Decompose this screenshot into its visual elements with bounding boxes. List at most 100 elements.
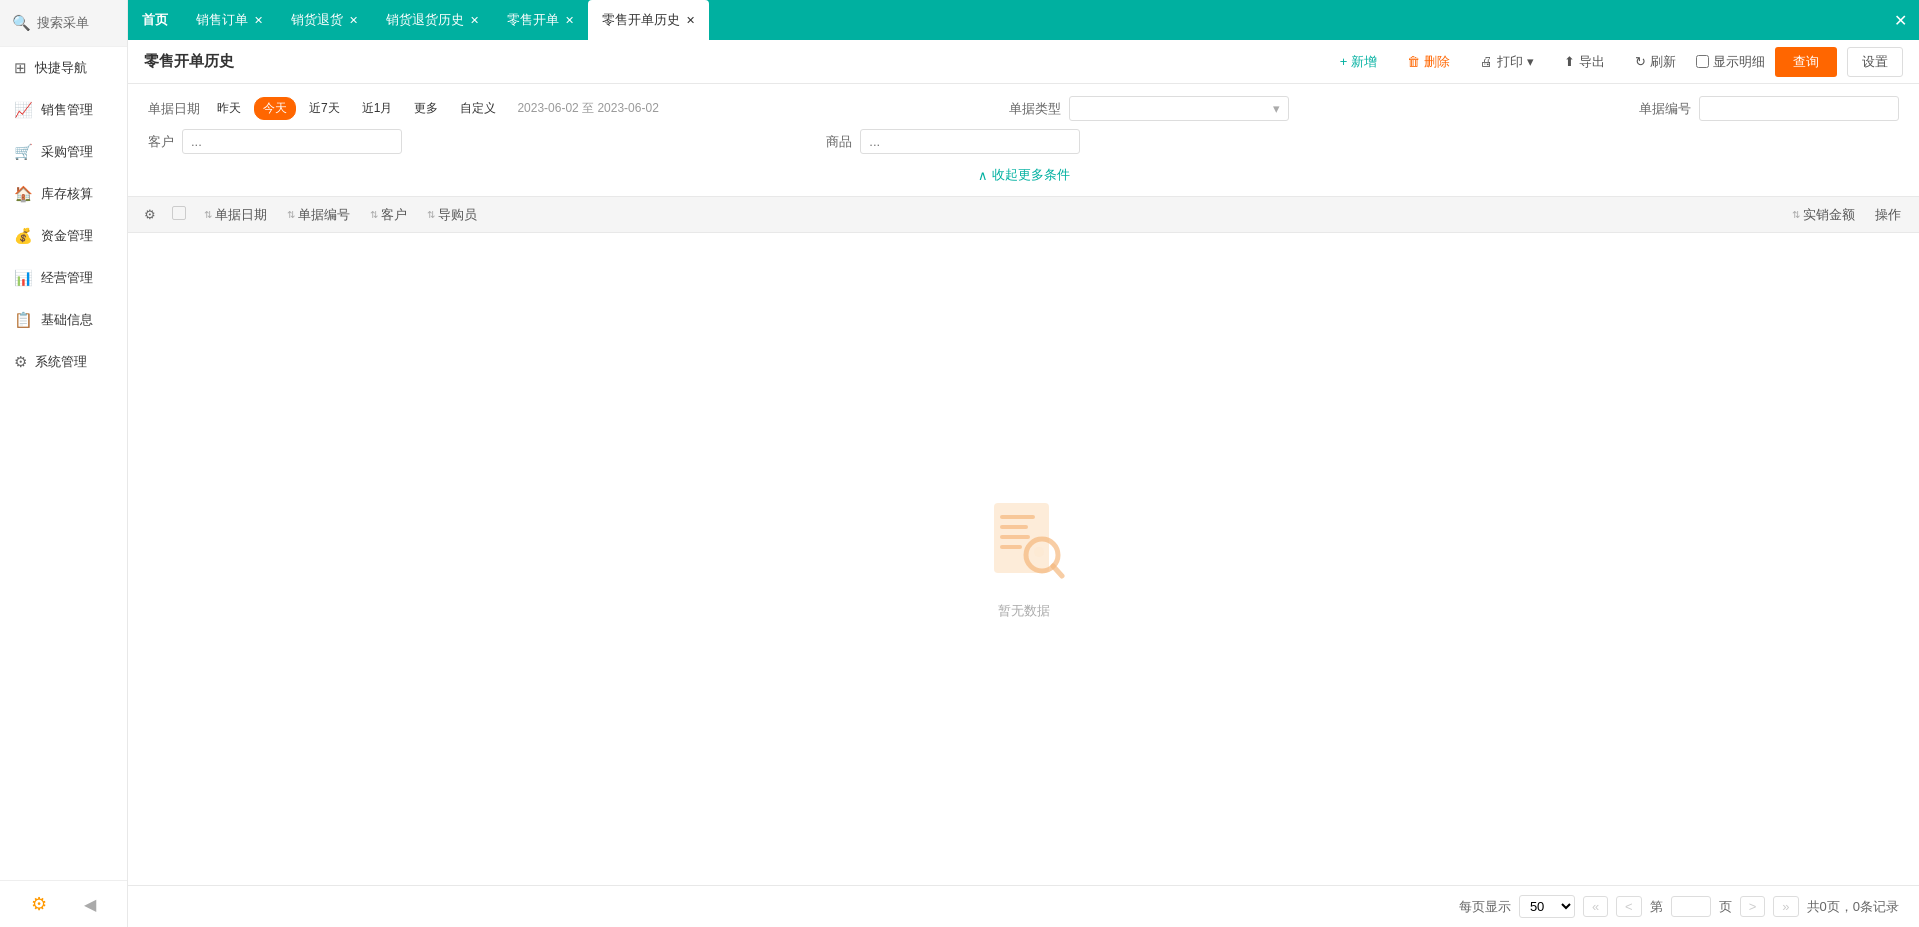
- svg-line-6: [1053, 566, 1062, 576]
- add-button[interactable]: + 新增: [1330, 48, 1387, 76]
- tab-sales-return-close[interactable]: ✕: [349, 14, 358, 27]
- sort-icon-customer: ⇅: [370, 209, 378, 220]
- tab-sales-return-history[interactable]: 销货退货历史 ✕: [372, 0, 493, 40]
- export-button[interactable]: ⬆ 导出: [1554, 48, 1615, 76]
- sidebar-search[interactable]: 🔍 搜索采单: [0, 0, 127, 47]
- sidebar-item-basic-info[interactable]: 📋 基础信息: [0, 299, 127, 341]
- tab-sales-return[interactable]: 销货退货 ✕: [277, 0, 372, 40]
- sidebar-item-sales-mgmt[interactable]: 📈 销售管理: [0, 89, 127, 131]
- tab-retail-open-close[interactable]: ✕: [565, 14, 574, 27]
- sort-icon-number: ⇅: [287, 209, 295, 220]
- tab-retail-history[interactable]: 零售开单历史 ✕: [588, 0, 709, 40]
- col-number[interactable]: ⇅ 单据编号: [277, 206, 360, 224]
- sidebar-item-inventory[interactable]: 🏠 库存核算: [0, 173, 127, 215]
- sidebar-item-label: 系统管理: [35, 353, 87, 371]
- window-close-icon[interactable]: ✕: [1894, 11, 1907, 30]
- prev-page-button[interactable]: <: [1616, 896, 1642, 917]
- main-area: 首页 销售订单 ✕ 销货退货 ✕ 销货退货历史 ✕ 零售开单 ✕ 零售开单历史 …: [128, 0, 1919, 927]
- first-page-button[interactable]: «: [1583, 896, 1608, 917]
- sidebar-item-label: 经营管理: [41, 269, 93, 287]
- col-amount[interactable]: ⇅ 实销金额: [1782, 206, 1865, 224]
- sidebar-item-system[interactable]: ⚙ 系统管理: [0, 341, 127, 383]
- empty-state-illustration: [974, 498, 1074, 588]
- sidebar-item-operations[interactable]: 📊 经营管理: [0, 257, 127, 299]
- number-filter-input-wrap[interactable]: [1699, 96, 1899, 121]
- collapse-sidebar-icon[interactable]: ◀: [84, 895, 96, 914]
- number-filter-input[interactable]: [1708, 101, 1890, 116]
- select-all-checkbox[interactable]: [164, 206, 194, 223]
- search-icon: 🔍: [12, 14, 31, 32]
- page-number-input[interactable]: 1: [1671, 896, 1711, 917]
- customer-filter-input[interactable]: [191, 134, 393, 149]
- inventory-icon: 🏠: [14, 185, 33, 203]
- tab-sales-return-history-label: 销货退货历史: [386, 11, 464, 29]
- filter-area: 单据日期 昨天 今天 近7天 近1月 更多 自定义 2023-06-02 至 2…: [128, 84, 1919, 197]
- settings-bottom-icon[interactable]: ⚙: [31, 893, 47, 915]
- type-filter-select[interactable]: ▾: [1069, 96, 1289, 121]
- tab-sales-order-close[interactable]: ✕: [254, 14, 263, 27]
- col-salesperson[interactable]: ⇅ 导购员: [417, 206, 487, 224]
- tab-sales-return-label: 销货退货: [291, 11, 343, 29]
- tab-home[interactable]: 首页: [128, 0, 182, 40]
- query-button[interactable]: 查询: [1775, 47, 1837, 77]
- settings-button[interactable]: 设置: [1847, 47, 1903, 77]
- sidebar-item-label: 基础信息: [41, 311, 93, 329]
- basic-info-icon: 📋: [14, 311, 33, 329]
- date-filter-label: 单据日期: [148, 100, 200, 118]
- finance-icon: 💰: [14, 227, 33, 245]
- last-page-button[interactable]: »: [1773, 896, 1798, 917]
- date-btn-1month[interactable]: 近1月: [353, 97, 402, 120]
- toolbar: 零售开单历史 + 新增 🗑 删除 🖨 打印 ▾ ⬆ 导出 ↻ 刷新 显示明细 查…: [128, 40, 1919, 84]
- system-icon: ⚙: [14, 353, 27, 371]
- sort-icon-amount: ⇅: [1792, 209, 1800, 220]
- customer-filter-input-wrap[interactable]: [182, 129, 402, 154]
- export-icon: ⬆: [1564, 54, 1575, 69]
- purchase-mgmt-icon: 🛒: [14, 143, 33, 161]
- tab-sales-order[interactable]: 销售订单 ✕: [182, 0, 277, 40]
- goods-filter-input[interactable]: [869, 134, 1071, 149]
- date-btn-7days[interactable]: 近7天: [300, 97, 349, 120]
- date-btn-custom[interactable]: 自定义: [451, 97, 505, 120]
- table-settings-icon[interactable]: ⚙: [136, 207, 164, 222]
- date-btn-more[interactable]: 更多: [405, 97, 447, 120]
- tab-sales-return-history-close[interactable]: ✕: [470, 14, 479, 27]
- number-filter-label: 单据编号: [1639, 100, 1691, 118]
- display-detail-checkbox[interactable]: [1696, 55, 1709, 68]
- sales-mgmt-icon: 📈: [14, 101, 33, 119]
- page-size-select[interactable]: 20 50 100: [1519, 895, 1575, 918]
- date-btn-today[interactable]: 今天: [254, 97, 296, 120]
- sidebar-item-purchase-mgmt[interactable]: 🛒 采购管理: [0, 131, 127, 173]
- sidebar-item-finance[interactable]: 💰 资金管理: [0, 215, 127, 257]
- total-info: 共0页，0条记录: [1807, 898, 1899, 916]
- refresh-button[interactable]: ↻ 刷新: [1625, 48, 1686, 76]
- page-title: 零售开单历史: [144, 52, 234, 71]
- tab-retail-history-close[interactable]: ✕: [686, 14, 695, 27]
- sort-icon-salesperson: ⇅: [427, 209, 435, 220]
- collapse-up-icon: ∧: [978, 168, 988, 183]
- sidebar: 🔍 搜索采单 ⊞ 快捷导航 📈 销售管理 🛒 采购管理 🏠 库存核算 💰 资金管…: [0, 0, 128, 927]
- next-page-button[interactable]: >: [1740, 896, 1766, 917]
- delete-button[interactable]: 🗑 删除: [1397, 48, 1460, 76]
- tab-retail-open-label: 零售开单: [507, 11, 559, 29]
- goods-filter-input-wrap[interactable]: [860, 129, 1080, 154]
- display-detail-toggle[interactable]: 显示明细: [1696, 53, 1765, 71]
- top-nav: 首页 销售订单 ✕ 销货退货 ✕ 销货退货历史 ✕ 零售开单 ✕ 零售开单历史 …: [128, 0, 1919, 40]
- sidebar-item-quick-nav[interactable]: ⊞ 快捷导航: [0, 47, 127, 89]
- type-filter-label: 单据类型: [1009, 100, 1061, 118]
- tab-retail-open[interactable]: 零售开单 ✕: [493, 0, 588, 40]
- col-customer[interactable]: ⇅ 客户: [360, 206, 417, 224]
- sidebar-item-label: 销售管理: [41, 101, 93, 119]
- sidebar-bottom: ⚙ ◀: [0, 880, 127, 927]
- print-icon: 🖨: [1480, 54, 1493, 69]
- print-button[interactable]: 🖨 打印 ▾: [1470, 48, 1544, 76]
- col-date[interactable]: ⇅ 单据日期: [194, 206, 277, 224]
- date-btn-yesterday[interactable]: 昨天: [208, 97, 250, 120]
- content-area: ⚙ ⇅ 单据日期 ⇅ 单据编号 ⇅ 客户 ⇅ 导购员 ⇅ 实销金额: [128, 197, 1919, 927]
- date-range-display: 2023-06-02 至 2023-06-02: [517, 100, 658, 117]
- svg-rect-2: [1000, 525, 1028, 529]
- collapse-filter-button[interactable]: ∧ 收起更多条件: [148, 162, 1899, 188]
- sidebar-item-label: 采购管理: [41, 143, 93, 161]
- empty-text: 暂无数据: [998, 602, 1050, 620]
- svg-rect-4: [1000, 545, 1022, 549]
- quick-nav-icon: ⊞: [14, 59, 27, 77]
